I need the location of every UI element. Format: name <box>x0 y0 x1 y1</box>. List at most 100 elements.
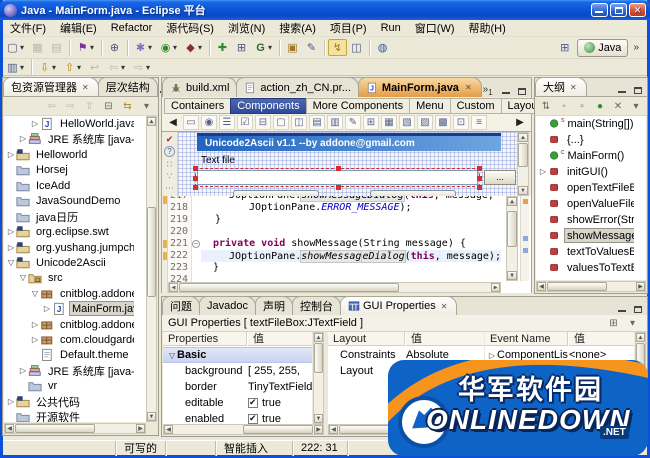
mark-occurrences-icon[interactable]: ↯ <box>328 39 347 56</box>
property-value[interactable]: [ 255, 255, <box>248 363 312 379</box>
checkbox-checked-icon[interactable] <box>248 413 258 424</box>
col-header-properties[interactable]: Properties <box>163 332 247 346</box>
selection-handle[interactable] <box>477 166 482 171</box>
collapse-region-icon[interactable]: − <box>192 240 200 248</box>
scroll-thumb[interactable] <box>314 343 323 373</box>
tab-hierarchy[interactable]: 层次结构 <box>97 77 158 96</box>
scroll-thumb[interactable] <box>179 283 399 292</box>
choose-bean-tool-icon[interactable]: ⋯ <box>165 183 174 193</box>
scroll-down-icon[interactable]: ▼ <box>518 186 528 195</box>
show-views-icon[interactable]: ◫ <box>347 39 366 56</box>
scroll-thumb[interactable] <box>243 425 313 434</box>
debug-dropdown-icon[interactable]: ▾ <box>198 43 206 52</box>
expand-icon[interactable] <box>30 320 40 329</box>
expand-icon[interactable] <box>487 351 497 360</box>
nav-up-icon[interactable]: ⇧ <box>81 99 98 114</box>
maximize-view-icon[interactable] <box>631 84 644 96</box>
scroll-thumb[interactable] <box>547 282 607 291</box>
tree-item[interactable]: cnitblog.addone.unicode <box>6 317 134 332</box>
tab-more-components[interactable]: More Components <box>305 97 411 114</box>
coverage-dropdown-icon[interactable]: ▾ <box>268 43 276 52</box>
tab-build-xml[interactable]: build.xml <box>162 77 238 97</box>
editor-vertical-scrollbar[interactable]: ▲ ▼ <box>506 196 518 281</box>
scroll-left-icon[interactable]: ◀ <box>329 425 338 434</box>
outline-item-selected[interactable]: showMessage(String) <box>538 228 634 243</box>
tree-item[interactable]: Unicode2Ascii <box>6 255 134 270</box>
outline-item[interactable]: openValueFileBoxActio <box>538 196 634 211</box>
palette-nav-right-icon[interactable]: ▶ <box>512 115 528 130</box>
expand-icon[interactable] <box>18 134 28 143</box>
col-header-value[interactable]: 值 <box>406 332 484 346</box>
palette-scrollpane-icon[interactable]: ▥ <box>327 115 343 130</box>
expand-icon[interactable] <box>42 304 52 313</box>
maximize-view-icon[interactable] <box>631 303 644 315</box>
palette-spinner-icon[interactable]: ⊟ <box>255 115 271 130</box>
tree-item[interactable]: 开源软件 <box>6 409 134 422</box>
tab-javadoc[interactable]: Javadoc <box>199 296 256 315</box>
link-editor-icon[interactable]: ⇆ <box>119 99 136 114</box>
scroll-right-icon[interactable]: ▶ <box>136 424 145 433</box>
menu-file[interactable]: 文件(F) <box>3 19 53 37</box>
tree-item[interactable]: 公共代码 <box>6 394 134 409</box>
restore-button[interactable] <box>610 3 627 17</box>
tree-item[interactable]: vr <box>6 378 134 393</box>
editor-horizontal-scrollbar[interactable]: ◀ ▶ <box>168 282 501 293</box>
design-canvas[interactable]: Unicode2Ascii v1.1 --by addone@gmail.com… <box>178 132 519 196</box>
col-header-value[interactable]: 值 <box>569 332 634 346</box>
col-header-value[interactable]: 值 <box>248 332 312 346</box>
print-icon[interactable]: ▤ <box>47 39 66 56</box>
minimize-view-icon[interactable] <box>615 303 628 315</box>
palette-label-icon[interactable]: ▨ <box>417 115 433 130</box>
outline-horizontal-scrollbar[interactable]: ◀ ▶ <box>536 281 646 292</box>
palette-radio-icon[interactable]: ◉ <box>201 115 217 130</box>
web-browser-icon[interactable]: ◍ <box>373 39 392 56</box>
selection-handle[interactable] <box>193 176 198 181</box>
tree-item[interactable]: JRE 系统库 [java-1.5.0] <box>6 363 134 378</box>
minimize-editor-icon[interactable] <box>499 85 512 97</box>
pencil-icon[interactable]: ✎ <box>302 39 321 56</box>
scroll-up-icon[interactable]: ▲ <box>636 333 645 342</box>
minimize-button[interactable] <box>591 3 608 17</box>
sort-icon[interactable]: ⇅ <box>538 99 554 114</box>
tree-item[interactable]: java日历 <box>6 209 134 224</box>
attach-icon[interactable]: ⊕ <box>105 39 124 56</box>
close-tab-icon[interactable]: ✕ <box>463 82 474 93</box>
scroll-down-icon[interactable]: ▼ <box>147 412 156 421</box>
menu-window[interactable]: 窗口(W) <box>408 19 462 37</box>
scroll-up-icon[interactable]: ▲ <box>518 133 528 142</box>
tree-item[interactable]: Horsej <box>6 162 134 177</box>
property-value[interactable]: true <box>248 411 312 424</box>
form-text-label[interactable]: Text file <box>201 155 235 166</box>
selection-handle[interactable] <box>193 166 198 171</box>
expand-icon[interactable] <box>538 167 548 176</box>
property-value[interactable]: true <box>248 395 312 411</box>
tree-item[interactable]: src <box>6 270 134 285</box>
tree-item[interactable]: org.yushang.jumpchess <box>6 240 134 255</box>
view-menu-icon[interactable]: ▾ <box>624 316 641 331</box>
outline-item[interactable]: openTextFileBoxAction <box>538 180 634 195</box>
menu-navigate[interactable]: 浏览(N) <box>221 19 272 37</box>
scroll-up-icon[interactable]: ▲ <box>507 197 517 206</box>
scroll-up-icon[interactable]: ▲ <box>314 333 323 342</box>
code-text[interactable]: JOptionPane.showMessageDialog(this, mess… <box>201 196 501 281</box>
form-title-bar[interactable]: Unicode2Ascii v1.1 --by addone@gmail.com <box>197 136 501 151</box>
close-tab-icon[interactable]: ✕ <box>80 82 91 93</box>
outline-item[interactable]: initGUI() <box>538 164 634 179</box>
menu-help[interactable]: 帮助(H) <box>462 19 513 37</box>
run-dropdown-icon[interactable]: ▾ <box>173 43 181 52</box>
tree-item-selected[interactable]: MainForm.java <box>6 301 134 316</box>
property-group-row[interactable]: Basic <box>163 347 312 363</box>
open-type-icon[interactable]: ▣ <box>283 39 302 56</box>
nav-forward-icon[interactable]: ⇨ <box>62 99 79 114</box>
tab-outline[interactable]: 大纲 ✕ <box>535 77 587 96</box>
outline-item[interactable]: s main(String[]) <box>538 116 634 131</box>
tab-package-explorer[interactable]: 包资源管理器 ✕ <box>3 77 99 96</box>
tree-item[interactable]: IceAdd <box>6 178 134 193</box>
plugin-icon[interactable]: ⊞ <box>232 39 251 56</box>
scroll-up-icon[interactable]: ▲ <box>147 117 156 126</box>
property-name[interactable]: background <box>163 363 247 379</box>
browse-button[interactable]: ... <box>484 170 516 185</box>
palette-editorpane-icon[interactable]: ✎ <box>345 115 361 130</box>
code-editor[interactable]: 217 218 219 220 221 222 223 224 − JOptio… <box>161 196 532 293</box>
view-menu-icon[interactable]: ▾ <box>138 99 155 114</box>
